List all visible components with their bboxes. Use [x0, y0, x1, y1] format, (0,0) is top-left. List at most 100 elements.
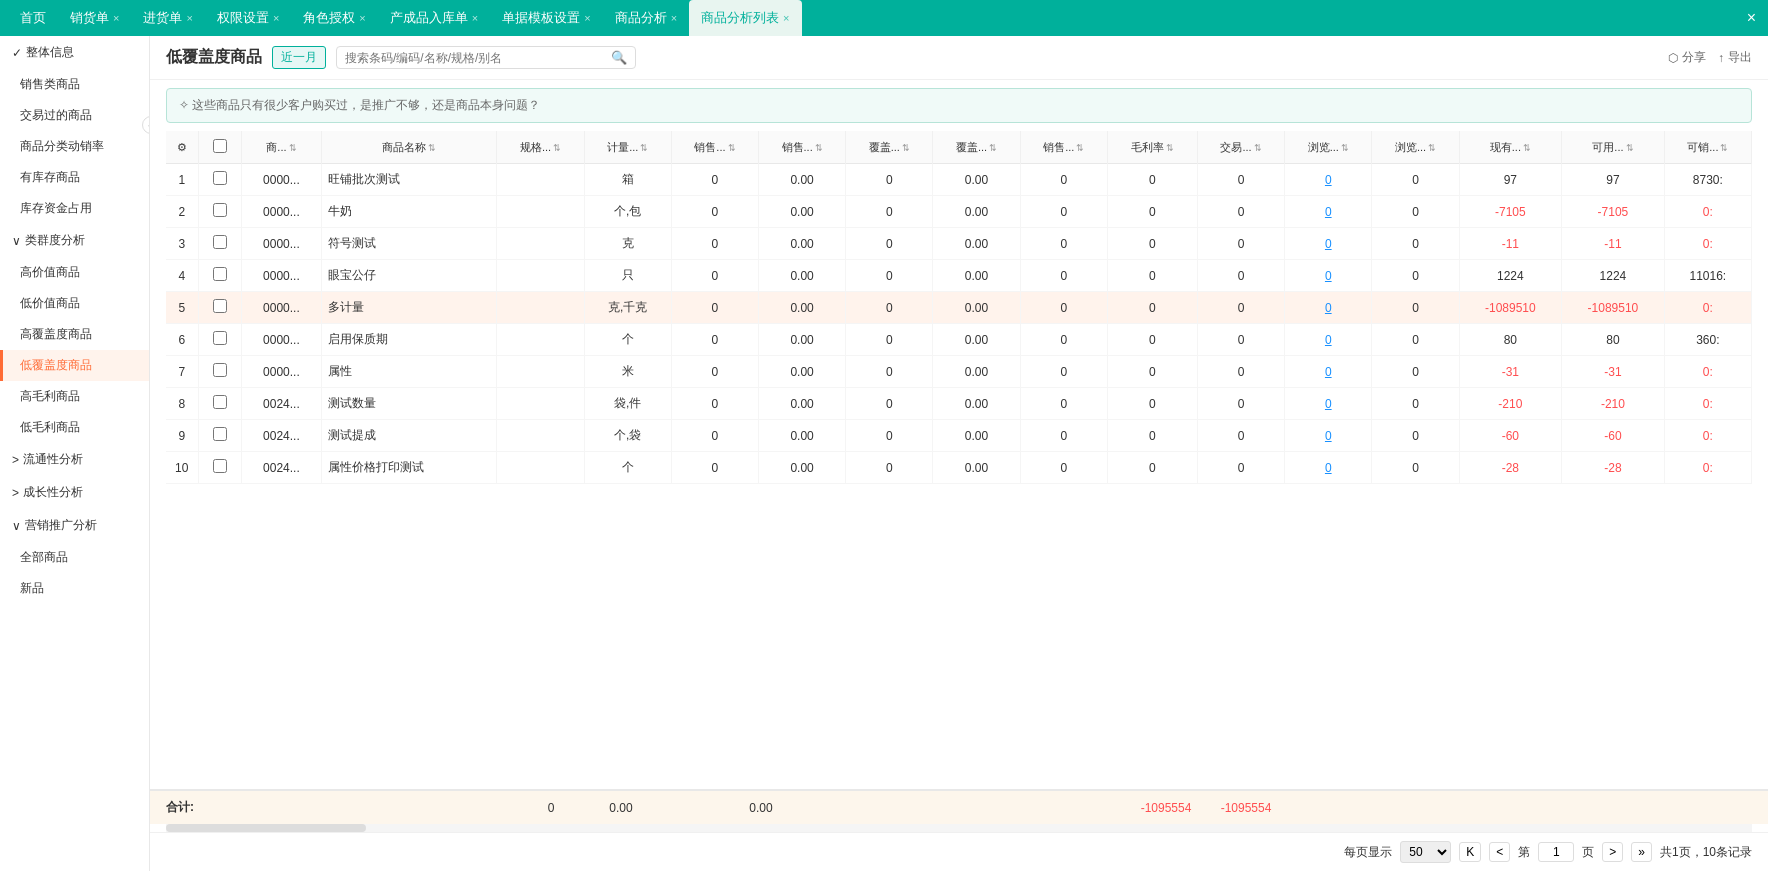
- current-stock-column-header[interactable]: 现有...⇅: [1459, 131, 1562, 164]
- sales3-column-header[interactable]: 销售...⇅: [1020, 131, 1107, 164]
- sales-qty-column-header[interactable]: 销售...⇅: [671, 131, 758, 164]
- sidebar-group-growth[interactable]: > 成长性分析: [0, 476, 149, 509]
- row-browse1[interactable]: 0: [1285, 228, 1372, 260]
- row-browse1[interactable]: 0: [1285, 324, 1372, 356]
- sidebar-item-new-goods[interactable]: 新品: [0, 573, 149, 604]
- row-browse1[interactable]: 0: [1285, 292, 1372, 324]
- row-browse1[interactable]: 0: [1285, 356, 1372, 388]
- sidebar-group-flow[interactable]: > 流通性分析: [0, 443, 149, 476]
- share-button[interactable]: ⬡ 分享: [1668, 49, 1706, 66]
- row-checkbox[interactable]: [198, 420, 241, 452]
- row-unit: 个,袋: [584, 420, 671, 452]
- first-page-button[interactable]: K: [1459, 842, 1481, 862]
- nav-tab-warehouse[interactable]: 产成品入库单 ×: [378, 0, 490, 36]
- sidebar-item-low-profit[interactable]: 低毛利商品: [0, 412, 149, 443]
- close-icon[interactable]: ×: [186, 12, 192, 24]
- sidebar-item-high-value[interactable]: 高价值商品: [0, 257, 149, 288]
- row-browse1[interactable]: 0: [1285, 388, 1372, 420]
- scrollbar-thumb[interactable]: [166, 824, 366, 832]
- nav-tab-home[interactable]: 首页: [8, 0, 58, 36]
- close-icon[interactable]: ×: [584, 12, 590, 24]
- sidebar-item-sales-goods[interactable]: 销售类商品: [0, 69, 149, 100]
- close-icon[interactable]: ×: [273, 12, 279, 24]
- sidebar-item-low-value[interactable]: 低价值商品: [0, 288, 149, 319]
- next-page-button[interactable]: >: [1602, 842, 1623, 862]
- row-browse1[interactable]: 0: [1285, 260, 1372, 292]
- row-checkbox[interactable]: [198, 324, 241, 356]
- row-code: 0000...: [241, 260, 321, 292]
- close-icon[interactable]: ×: [472, 12, 478, 24]
- row-checkbox[interactable]: [198, 164, 241, 196]
- search-icon[interactable]: 🔍: [611, 50, 627, 65]
- row-checkbox[interactable]: [198, 452, 241, 484]
- row-name: 多计量: [321, 292, 496, 324]
- nav-tab-purchase[interactable]: 进货单 ×: [131, 0, 204, 36]
- close-icon[interactable]: ×: [783, 12, 789, 24]
- row-checkbox[interactable]: [198, 260, 241, 292]
- code-column-header[interactable]: 商...⇅: [241, 131, 321, 164]
- browse2-column-header[interactable]: 浏览...⇅: [1372, 131, 1459, 164]
- sidebar-item-high-coverage[interactable]: 高覆盖度商品: [0, 319, 149, 350]
- nav-tab-permissions[interactable]: 权限设置 ×: [205, 0, 291, 36]
- search-input[interactable]: [345, 51, 611, 65]
- nav-tab-analysis[interactable]: 商品分析 ×: [603, 0, 689, 36]
- row-browse1[interactable]: 0: [1285, 420, 1372, 452]
- row-checkbox[interactable]: [198, 292, 241, 324]
- table-row: 10000...旺铺批次测试箱00.0000.000000097978730:: [166, 164, 1752, 196]
- name-column-header[interactable]: 商品名称⇅: [321, 131, 496, 164]
- row-cover1: 0: [846, 420, 933, 452]
- profit-rate-column-header[interactable]: 毛利率⇅: [1107, 131, 1197, 164]
- row-trade: 0: [1197, 388, 1284, 420]
- row-checkbox[interactable]: [198, 388, 241, 420]
- cover2-column-header[interactable]: 覆盖...⇅: [933, 131, 1020, 164]
- sidebar-group-cluster[interactable]: ∨ 类群度分析: [0, 224, 149, 257]
- row-browse1[interactable]: 0: [1285, 164, 1372, 196]
- sales-amt-column-header[interactable]: 销售...⇅: [759, 131, 846, 164]
- sidebar-group-overall[interactable]: ✓ 整体信息: [0, 36, 149, 69]
- row-cover2: 0.00: [933, 388, 1020, 420]
- row-checkbox[interactable]: [198, 356, 241, 388]
- sellable-column-header[interactable]: 可销...⇅: [1664, 131, 1751, 164]
- unit-column-header[interactable]: 计量...⇅: [584, 131, 671, 164]
- nav-tab-analysis-list[interactable]: 商品分析列表 ×: [689, 0, 801, 36]
- spec-column-header[interactable]: 规格...⇅: [497, 131, 584, 164]
- nav-tab-sales[interactable]: 销货单 ×: [58, 0, 131, 36]
- sidebar-item-traded-goods[interactable]: 交易过的商品: [0, 100, 149, 131]
- row-no: 1: [166, 164, 198, 196]
- period-button[interactable]: 近一月: [272, 46, 326, 69]
- sidebar-item-low-coverage[interactable]: 低覆盖度商品: [0, 350, 149, 381]
- row-browse1[interactable]: 0: [1285, 452, 1372, 484]
- prev-page-button[interactable]: <: [1489, 842, 1510, 862]
- row-sales-amt: 0.00: [759, 228, 846, 260]
- sidebar-item-category-rate[interactable]: 商品分类动销率: [0, 131, 149, 162]
- export-button[interactable]: ↑ 导出: [1718, 49, 1752, 66]
- available-column-header[interactable]: 可用...⇅: [1562, 131, 1665, 164]
- sidebar-item-high-profit[interactable]: 高毛利商品: [0, 381, 149, 412]
- row-checkbox[interactable]: [198, 196, 241, 228]
- close-icon[interactable]: ×: [113, 12, 119, 24]
- trade-column-header[interactable]: 交易...⇅: [1197, 131, 1284, 164]
- sidebar-item-stock-goods[interactable]: 有库存商品: [0, 162, 149, 193]
- main-layout: ✓ 整体信息 销售类商品 交易过的商品 商品分类动销率 有库存商品 库存资金占用…: [0, 36, 1768, 871]
- sidebar-item-stock-capital[interactable]: 库存资金占用: [0, 193, 149, 224]
- row-browse1[interactable]: 0: [1285, 196, 1372, 228]
- window-close-button[interactable]: ×: [1743, 5, 1760, 31]
- row-checkbox[interactable]: [198, 228, 241, 260]
- settings-column-header[interactable]: ⚙: [166, 131, 198, 164]
- page-number-input[interactable]: [1538, 842, 1574, 862]
- close-icon[interactable]: ×: [671, 12, 677, 24]
- nav-tab-template[interactable]: 单据模板设置 ×: [490, 0, 602, 36]
- nav-tab-roles[interactable]: 角色授权 ×: [291, 0, 377, 36]
- close-icon[interactable]: ×: [359, 12, 365, 24]
- browse1-column-header[interactable]: 浏览...⇅: [1285, 131, 1372, 164]
- row-code: 0000...: [241, 324, 321, 356]
- select-all-checkbox[interactable]: [213, 139, 227, 153]
- page-size-select[interactable]: 10 20 50 100: [1400, 841, 1451, 863]
- horizontal-scrollbar[interactable]: [166, 824, 1752, 832]
- checkbox-column-header[interactable]: [198, 131, 241, 164]
- row-sales3: 0: [1020, 388, 1107, 420]
- cover1-column-header[interactable]: 覆盖...⇅: [846, 131, 933, 164]
- sidebar-item-all-goods[interactable]: 全部商品: [0, 542, 149, 573]
- sidebar-group-marketing[interactable]: ∨ 营销推广分析: [0, 509, 149, 542]
- last-page-button[interactable]: »: [1631, 842, 1652, 862]
